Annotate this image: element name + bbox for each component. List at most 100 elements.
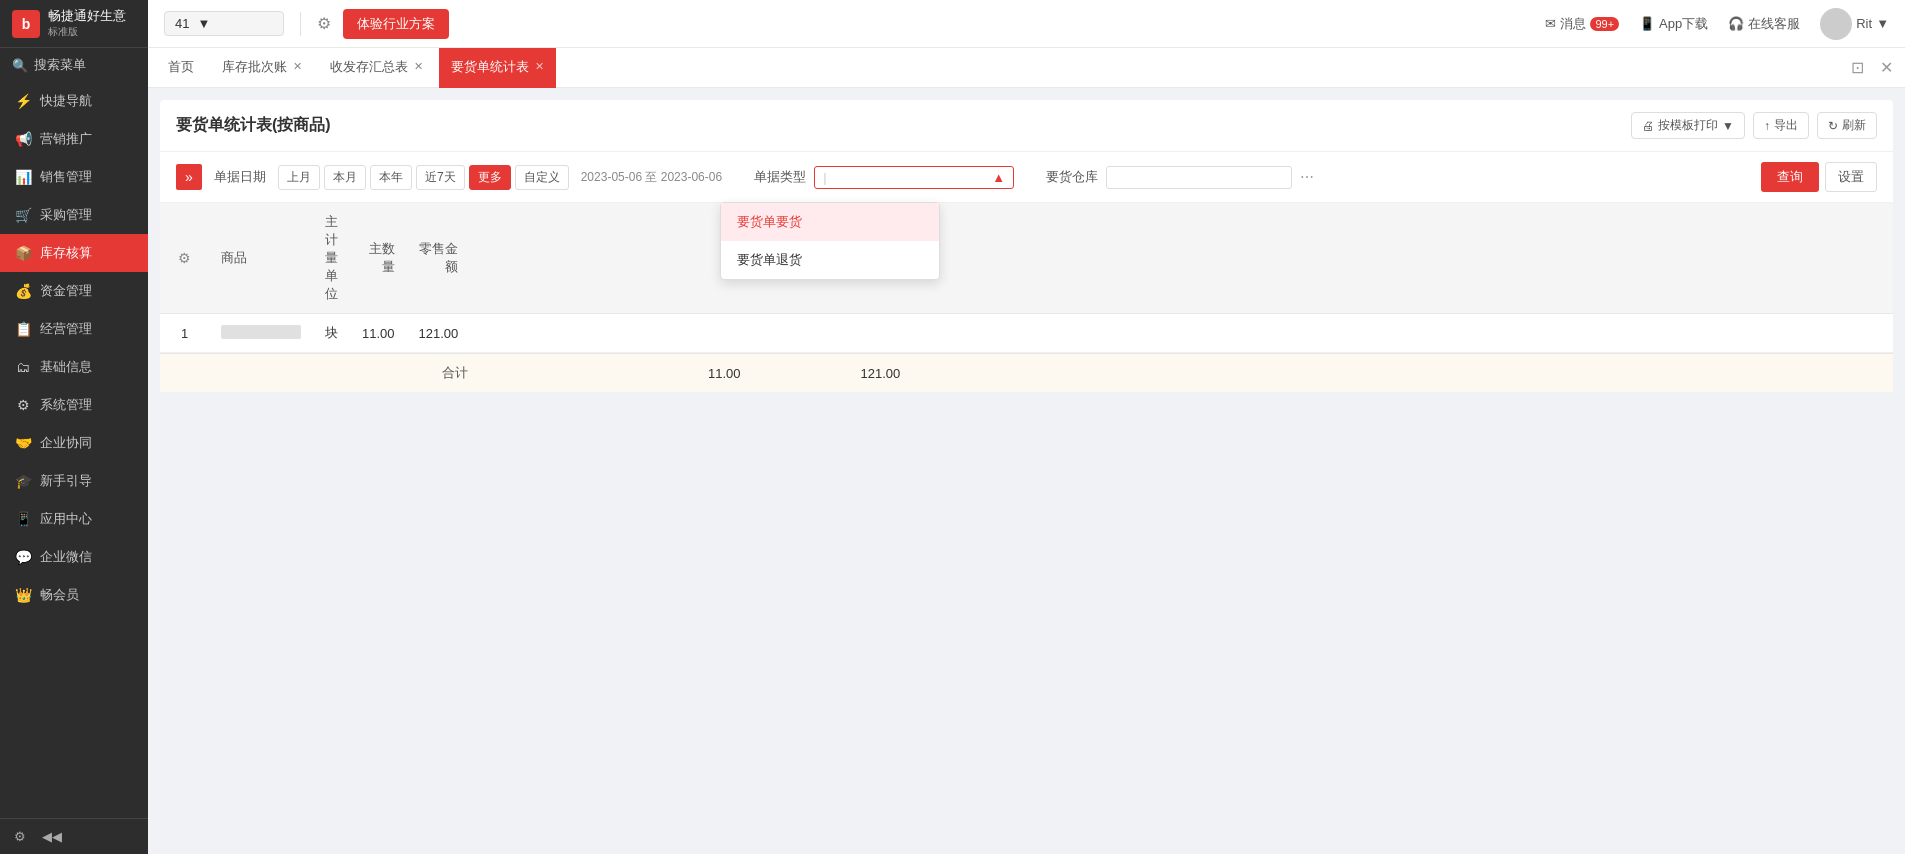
product-placeholder	[221, 325, 301, 339]
query-button[interactable]: 查询	[1761, 162, 1819, 192]
sidebar-item-finance[interactable]: 💰 资金管理	[0, 272, 148, 310]
tab-close-all-btn[interactable]: ✕	[1876, 54, 1897, 81]
tab-close-receivable-summary[interactable]: ✕	[414, 60, 423, 73]
sidebar-item-label: 销售管理	[40, 168, 92, 186]
sidebar-item-basic[interactable]: 🗂 基础信息	[0, 348, 148, 386]
sidebar-item-label: 经营管理	[40, 320, 92, 338]
tab-inventory-batch[interactable]: 库存批次账 ✕	[210, 48, 314, 88]
online-service-item[interactable]: 🎧 在线客服	[1728, 15, 1800, 33]
extra-cell	[470, 314, 1893, 353]
footer-quantity: 11.00	[648, 366, 741, 381]
avatar	[1820, 8, 1852, 40]
message-icon: ✉	[1545, 16, 1556, 31]
sidebar-item-sales[interactable]: 📊 销售管理	[0, 158, 148, 196]
type-dropdown: 要货单要货 要货单退货	[720, 202, 940, 280]
col-amount: 零售金额	[407, 203, 471, 314]
inventory-icon: 📦	[14, 245, 32, 261]
sidebar-item-purchase[interactable]: 🛒 采购管理	[0, 196, 148, 234]
tab-receivable-summary-label: 收发存汇总表	[330, 58, 408, 76]
table-header: ⚙ 商品 主计量单位 主数量 零售金额	[160, 203, 1893, 314]
date-this-month-btn[interactable]: 本月	[324, 165, 366, 190]
gear-icon[interactable]: ⚙	[317, 14, 331, 33]
sidebar-item-label: 系统管理	[40, 396, 92, 414]
column-settings-btn[interactable]: ⚙	[172, 248, 197, 268]
date-more-btn[interactable]: 更多	[469, 165, 511, 190]
app-sub: 标准版	[48, 25, 126, 39]
sidebar-item-label: 畅会员	[40, 586, 79, 604]
row-num: 1	[160, 314, 209, 353]
tab-home[interactable]: 首页	[156, 48, 206, 88]
sidebar-item-wechat[interactable]: 💬 企业微信	[0, 538, 148, 576]
filter-actions: 查询 设置	[1761, 162, 1877, 192]
chevron-down-icon: ▼	[197, 16, 210, 31]
date-this-year-btn[interactable]: 本年	[370, 165, 412, 190]
chevron-down-icon: ▼	[1876, 16, 1889, 31]
dropdown-item-order-goods[interactable]: 要货单要货	[721, 203, 939, 241]
sidebar-item-label: 采购管理	[40, 206, 92, 224]
data-table: ⚙ 商品 主计量单位 主数量 零售金额 1	[160, 203, 1893, 353]
page-title: 要货单统计表(按商品)	[176, 115, 331, 136]
page-content: 要货单统计表(按商品) 🖨 按模板打印 ▼ ↑ 导出 ↻ 刷新	[148, 88, 1905, 854]
export-btn-label: 导出	[1774, 117, 1798, 134]
tab-bar-actions: ⊡ ✕	[1847, 54, 1897, 81]
dropdown-item-order-return[interactable]: 要货单退货	[721, 241, 939, 279]
user-menu[interactable]: Rit ▼	[1820, 8, 1889, 40]
sidebar-item-label: 快捷导航	[40, 92, 92, 110]
sidebar-settings-btn[interactable]: ⚙	[14, 829, 26, 844]
sidebar-item-marketing[interactable]: 📢 营销推广	[0, 120, 148, 158]
page-card: 要货单统计表(按商品) 🖨 按模板打印 ▼ ↑ 导出 ↻ 刷新	[160, 100, 1893, 392]
warehouse-more-icon[interactable]: ⋯	[1300, 169, 1314, 185]
col-unit: 主计量单位	[313, 203, 350, 314]
main-area: 41 ▼ ⚙ 体验行业方案 ✉ 消息 99+ 📱 App下载 🎧 在线客服 Ri…	[148, 0, 1905, 854]
date-range: 2023-05-06 至 2023-06-06	[581, 169, 722, 186]
filter-bar: » 单据日期 上月 本月 本年 近7天 更多 自定义 2023-05-06 至 …	[160, 152, 1893, 203]
messages-label: 消息	[1560, 15, 1586, 33]
sidebar-item-label: 应用中心	[40, 510, 92, 528]
tab-bar: 首页 库存批次账 ✕ 收发存汇总表 ✕ 要货单统计表 ✕ ⊡ ✕	[148, 48, 1905, 88]
sidebar-item-member[interactable]: 👑 畅会员	[0, 576, 148, 614]
tab-close-order-summary[interactable]: ✕	[535, 60, 544, 73]
top-header: 41 ▼ ⚙ 体验行业方案 ✉ 消息 99+ 📱 App下载 🎧 在线客服 Ri…	[148, 0, 1905, 48]
header-right: ✉ 消息 99+ 📱 App下载 🎧 在线客服 Rit ▼	[1545, 8, 1889, 40]
date-label: 单据日期	[214, 168, 266, 186]
warehouse-input[interactable]	[1106, 166, 1292, 189]
table-body: 1 块 11.00 121.00	[160, 314, 1893, 353]
sidebar-item-label: 新手引导	[40, 472, 92, 490]
sidebar-item-guide[interactable]: 🎓 新手引导	[0, 462, 148, 500]
print-btn-label: 按模板打印	[1658, 117, 1718, 134]
search-icon: 🔍	[12, 58, 28, 73]
store-selector[interactable]: 41 ▼	[164, 11, 284, 36]
sidebar-item-system[interactable]: ⚙ 系统管理	[0, 386, 148, 424]
refresh-btn[interactable]: ↻ 刷新	[1817, 112, 1877, 139]
tab-close-inventory-batch[interactable]: ✕	[293, 60, 302, 73]
sidebar-item-enterprise[interactable]: 🤝 企业协同	[0, 424, 148, 462]
tab-receivable-summary[interactable]: 收发存汇总表 ✕	[318, 48, 435, 88]
sidebar-item-inventory[interactable]: 📦 库存核算	[0, 234, 148, 272]
sidebar-item-quick-nav[interactable]: ⚡ 快捷导航	[0, 82, 148, 120]
tab-order-summary[interactable]: 要货单统计表 ✕	[439, 48, 556, 88]
search-menu[interactable]: 🔍 搜索菜单	[0, 48, 148, 82]
footer-amount: 121.00	[801, 366, 901, 381]
date-last-month-btn[interactable]: 上月	[278, 165, 320, 190]
date-7days-btn[interactable]: 近7天	[416, 165, 465, 190]
app-download-label: App下载	[1659, 15, 1708, 33]
filter-expand-btn[interactable]: »	[176, 164, 202, 190]
date-custom-btn[interactable]: 自定义	[515, 165, 569, 190]
sidebar: b 畅捷通好生意 标准版 🔍 搜索菜单 ⚡ 快捷导航 📢 营销推广 📊 销售管理…	[0, 0, 148, 854]
apps-icon: 📱	[14, 511, 32, 527]
settings-button[interactable]: 设置	[1825, 162, 1877, 192]
print-btn[interactable]: 🖨 按模板打印 ▼	[1631, 112, 1745, 139]
sidebar-item-label: 企业协同	[40, 434, 92, 452]
trial-button[interactable]: 体验行业方案	[343, 9, 449, 39]
messages-item[interactable]: ✉ 消息 99+	[1545, 15, 1619, 33]
product-cell	[209, 314, 313, 353]
export-btn[interactable]: ↑ 导出	[1753, 112, 1809, 139]
sidebar-collapse-btn[interactable]: ◀◀	[42, 829, 62, 844]
sidebar-item-operation[interactable]: 📋 经营管理	[0, 310, 148, 348]
basic-icon: 🗂	[14, 359, 32, 375]
type-select-box[interactable]: | ▲	[814, 166, 1014, 189]
tab-inventory-batch-label: 库存批次账	[222, 58, 287, 76]
tab-restore-btn[interactable]: ⊡	[1847, 54, 1868, 81]
app-download-item[interactable]: 📱 App下载	[1639, 15, 1708, 33]
sidebar-item-apps[interactable]: 📱 应用中心	[0, 500, 148, 538]
